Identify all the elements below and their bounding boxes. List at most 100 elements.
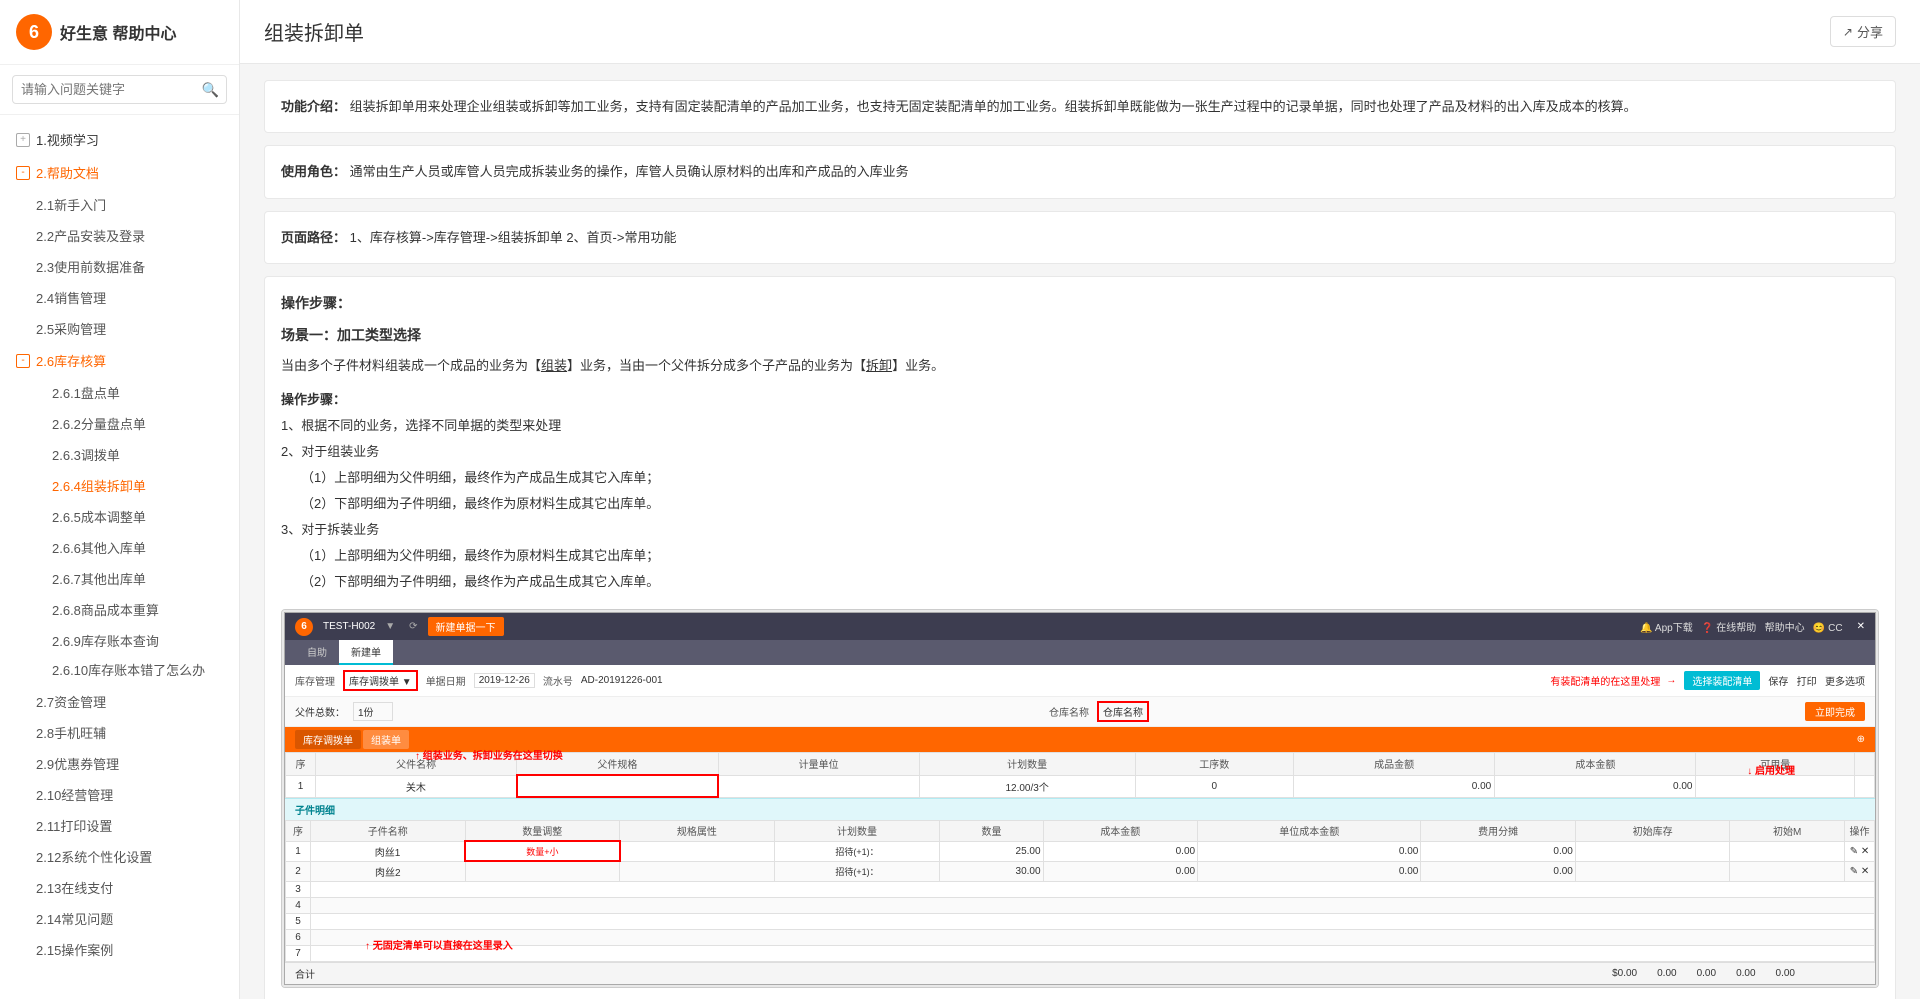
sidebar-item-label: 1.视频学习 xyxy=(36,130,99,149)
new-doc-btn[interactable]: 新建单据一下 xyxy=(428,617,504,636)
app-logo-small: 6 xyxy=(295,618,313,636)
step-3-2: （2）下部明细为子件明细，最终作为产成品生成其它入库单。 xyxy=(281,569,1879,595)
bottom-row-2: 2 肉丝2 招待(+1)： 30.00 0.00 0.00 0.00 xyxy=(286,861,1875,881)
td-action xyxy=(1855,775,1875,797)
assembly-annotation-text: 有装配清单的在这里处理 xyxy=(1550,673,1660,688)
collapse-2-6-icon: - xyxy=(16,354,30,368)
footer-val3: 0.00 xyxy=(1697,968,1716,979)
sidebar-item-2-8[interactable]: 2.8手机旺辅 xyxy=(0,717,239,748)
tab-xinjian[interactable]: 新建单 xyxy=(339,640,393,665)
warehouse-input[interactable]: 仓库名称 xyxy=(1097,701,1149,722)
confirm-complete-btn[interactable]: 立即完成 xyxy=(1805,702,1865,721)
bottom-row-1: 1 肉丝1 数量+小 招待(+1)： 25.00 0.00 0.00 0.00 xyxy=(286,841,1875,861)
sidebar-item-2-5[interactable]: 2.5采购管理 xyxy=(0,313,239,344)
doc-type-select[interactable]: 库存调拨单 ▼ xyxy=(343,670,418,691)
sidebar-item-2-15[interactable]: 2.15操作案例 xyxy=(0,934,239,965)
date-value: 2019-12-26 xyxy=(474,673,535,688)
td-unit xyxy=(718,775,919,797)
td-seq: 1 xyxy=(286,775,316,797)
expand-icon-right: ⊕ xyxy=(1857,734,1865,745)
role-label: 使用角色： xyxy=(281,164,346,179)
form-second-row: 父件总数： 1份 仓库名称 仓库名称 立即完成 xyxy=(285,697,1875,727)
sidebar-item-2-6-1[interactable]: 2.6.1盘点单 xyxy=(0,377,239,408)
sub-table-header-label: 子件明细 xyxy=(295,802,335,817)
tab-zuzhuang[interactable]: 组装单 xyxy=(363,730,409,749)
select-assembly-btn[interactable]: 选择装配清单 xyxy=(1684,671,1760,690)
td-plan-qty: 12.00/3个 xyxy=(919,775,1135,797)
sidebar-item-2-10[interactable]: 2.10经营管理 xyxy=(0,779,239,810)
sub-table-header-bar: 子件明细 xyxy=(285,798,1875,820)
footer-val4: 0.00 xyxy=(1736,968,1755,979)
collapse-icon: - xyxy=(16,166,30,180)
th-finish-amt: 成品金额 xyxy=(1293,753,1494,776)
sidebar-item-2-6-10[interactable]: 2.6.10库存账本错了怎么办 xyxy=(0,656,239,686)
th-cost-amt: 成本金额 xyxy=(1495,753,1696,776)
switch-annotation: ↑ 组装业务、拆卸业务在这里切换 xyxy=(415,747,563,762)
content-header: 组装拆卸单 ↗ 分享 xyxy=(240,0,1920,64)
search-input[interactable] xyxy=(12,75,227,104)
footer-row: 合计 $0.00 0.00 0.00 0.00 0.00 xyxy=(285,962,1875,984)
sidebar-item-2-6-8[interactable]: 2.6.8商品成本重算 xyxy=(0,594,239,625)
sidebar-item-2-7[interactable]: 2.7资金管理 xyxy=(0,686,239,717)
th-action xyxy=(1855,753,1875,776)
app-logo-text: 好生意 帮助中心 xyxy=(60,20,176,44)
sidebar-item-2-1[interactable]: 2.1新手入门 xyxy=(0,189,239,220)
screenshot-container: 6 TEST-H002 ▼ ⟳ 新建单据一下 🔔 App下载 ❓ 在线帮助 帮助… xyxy=(281,609,1879,988)
sidebar-item-2-4[interactable]: 2.4销售管理 xyxy=(0,282,239,313)
form-header-row: 库存管理 库存调拨单 ▼ 单据日期 2019-12-26 流水号 AD-2019… xyxy=(285,665,1875,697)
bottom-table: 序 子件名称 数量调整 规格属性 计划数量 数量 成本金额 单位成本金额 费用分 xyxy=(285,820,1875,962)
sidebar-item-2-9[interactable]: 2.9优惠券管理 xyxy=(0,748,239,779)
expand-icon: + xyxy=(16,133,30,147)
assemble-id-label: 流水号 xyxy=(543,673,573,688)
sub-nav-2-6: 2.6.1盘点单 2.6.2分量盘点单 2.6.3调拨单 2.6.4组装拆卸单 … xyxy=(0,377,239,686)
sidebar-item-2-6[interactable]: - 2.6库存核算 2.6.1盘点单 2.6.2分量盘点单 2.6.3调拨单 2… xyxy=(0,344,239,686)
share-button[interactable]: ↗ 分享 xyxy=(1830,16,1896,47)
sidebar-item-2-6-7[interactable]: 2.6.7其他出库单 xyxy=(0,563,239,594)
sidebar-item-2-12[interactable]: 2.12系统个性化设置 xyxy=(0,841,239,872)
total-value: 1份 xyxy=(353,702,393,721)
role-text: 通常由生产人员或库管人员完成拆装业务的操作，库管人员确认原材料的出库和产成品的入… xyxy=(350,164,909,179)
annotation-assembly: 有装配清单的在这里处理 → xyxy=(1550,673,1676,688)
sidebar-item-2-6-4[interactable]: 2.6.4组装拆卸单 xyxy=(0,470,239,501)
dropdown-icon: ▼ xyxy=(385,621,395,632)
scenario-desc: 当由多个子件材料组装成一个成品的业务为【组装】业务，当由一个父件拆分成多个子产品… xyxy=(281,353,1879,379)
search-icon: 🔍 xyxy=(202,81,219,98)
tab-zizhu[interactable]: 自助 xyxy=(295,640,339,665)
refresh-icon: ⟳ xyxy=(409,621,417,632)
app-topbar: 6 TEST-H002 ▼ ⟳ 新建单据一下 🔔 App下载 ❓ 在线帮助 帮助… xyxy=(285,613,1875,640)
sidebar-item-2-6-3[interactable]: 2.6.3调拨单 xyxy=(0,439,239,470)
steps-header: 操作步骤： xyxy=(281,387,1879,413)
sub-nav-docs: 2.1新手入门 2.2产品安装及登录 2.3使用前数据准备 2.4销售管理 2.… xyxy=(0,189,239,965)
sidebar-item-2-3[interactable]: 2.3使用前数据准备 xyxy=(0,251,239,282)
bottom-row-7: 7 xyxy=(286,945,1875,961)
total-label: 父件总数： xyxy=(295,704,345,719)
bottom-row-3: 3 xyxy=(286,881,1875,897)
sidebar-item-2-11[interactable]: 2.11打印设置 xyxy=(0,810,239,841)
td-process: 0 xyxy=(1135,775,1293,797)
sidebar-item-2-6-6[interactable]: 2.6.6其他入库单 xyxy=(0,532,239,563)
th-plan-qty: 计划数量 xyxy=(919,753,1135,776)
step-3: 3、对于拆装业务 xyxy=(281,517,1879,543)
page-title: 组装拆卸单 xyxy=(264,17,364,46)
sidebar-item-2-14[interactable]: 2.14常见问题 xyxy=(0,903,239,934)
sidebar-item-2-6-5[interactable]: 2.6.5成本调整单 xyxy=(0,501,239,532)
close-btn[interactable]: ✕ xyxy=(1857,621,1865,632)
sidebar-item-2-6-2[interactable]: 2.6.2分量盘点单 xyxy=(0,408,239,439)
sidebar-item-docs[interactable]: - 2.帮助文档 2.1新手入门 2.2产品安装及登录 2.3使用前数据准备 2… xyxy=(0,156,239,965)
sidebar-item-video[interactable]: + 1.视频学习 xyxy=(0,123,239,156)
sidebar-item-2-13[interactable]: 2.13在线支付 xyxy=(0,872,239,903)
action-icons: 保存 打印 更多选项 xyxy=(1768,673,1865,688)
nav-tree: + 1.视频学习 - 2.帮助文档 2.1新手入门 2.2产品安装及登录 2.3… xyxy=(0,115,239,999)
assemble-id-value: AD-20191226-001 xyxy=(581,675,663,686)
sidebar-item-label: 2.帮助文档 xyxy=(36,163,99,182)
step-2-1: （1）上部明细为父件明细，最终作为产成品生成其它入库单； xyxy=(281,465,1879,491)
th-unit: 计量单位 xyxy=(718,753,919,776)
tab-kucun[interactable]: 库存调拨单 xyxy=(295,730,361,749)
sidebar-item-2-6-9[interactable]: 2.6.9库存账本查询 xyxy=(0,625,239,656)
step-2: 2、对于组装业务 xyxy=(281,439,1879,465)
logo-area: 6 好生意 帮助中心 xyxy=(0,0,239,65)
path-label: 页面路径： xyxy=(281,230,346,245)
td-cost-amt: 0.00 xyxy=(1495,775,1696,797)
share-icon: ↗ xyxy=(1843,25,1853,39)
sidebar-item-2-2[interactable]: 2.2产品安装及登录 xyxy=(0,220,239,251)
